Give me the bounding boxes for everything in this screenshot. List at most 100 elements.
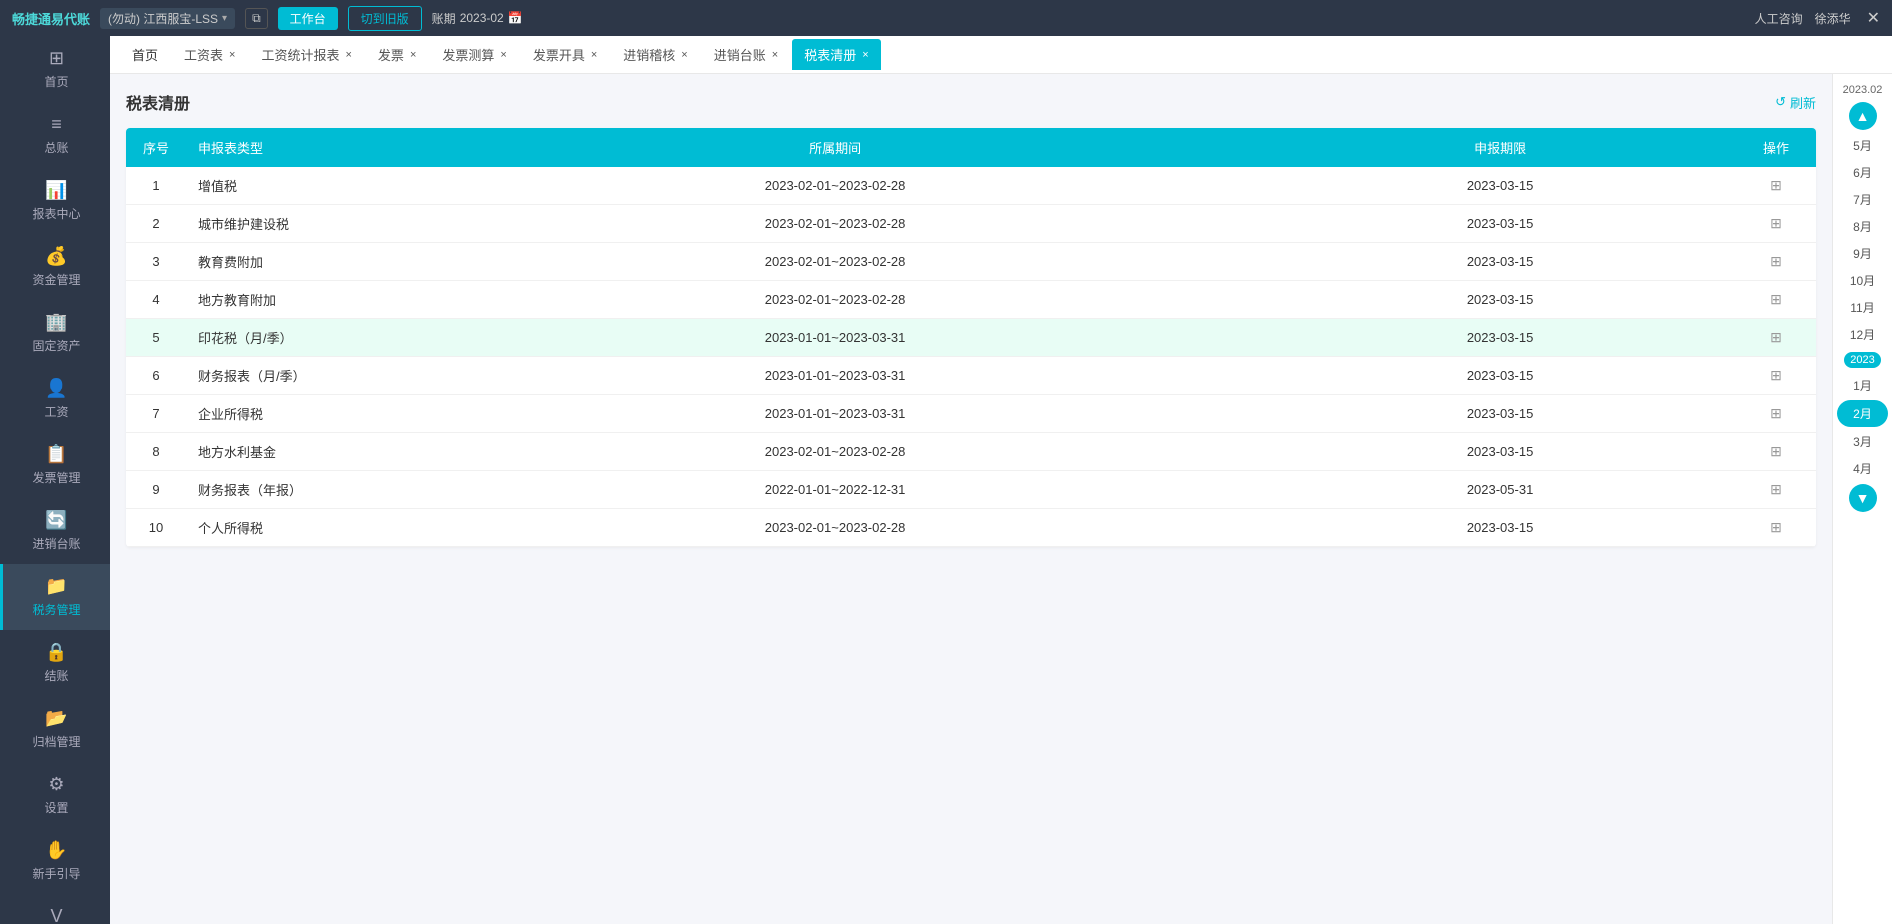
page-content: 税表清册 ↺ 刷新 序号 申报表类型 所属期间 申报期限 操作 — [110, 74, 1892, 924]
view-icon[interactable]: ⊞ — [1770, 443, 1782, 459]
cell-action: ⊞ — [1736, 395, 1816, 433]
sidebar-item-invoice[interactable]: 📋 发票管理 — [0, 432, 110, 498]
switch-old-button[interactable]: 切到旧版 — [348, 6, 422, 31]
tab-close-wage-stat[interactable]: × — [345, 49, 351, 61]
sidebar-item-newguide[interactable]: ✋ 新手引导 — [0, 828, 110, 894]
main-layout: ⊞ 首页 ≡ 总账 📊 报表中心 💰 资金管理 🏢 固定资产 👤 工资 📋 发票… — [0, 36, 1892, 924]
purchase-icon: 🔄 — [45, 510, 67, 531]
table-row: 8 地方水利基金 2023-02-01~2023-02-28 2023-03-1… — [126, 433, 1816, 471]
tab-purchase-ledger[interactable]: 进销台账 × — [702, 39, 790, 70]
sidebar-item-home[interactable]: ⊞ 首页 — [0, 36, 110, 102]
view-icon[interactable]: ⊞ — [1770, 215, 1782, 231]
date-month-5[interactable]: 5月 — [1833, 132, 1892, 159]
topbar-right: 人工咨询 徐添华 ✕ — [1755, 8, 1880, 28]
cell-period: 2022-01-01~2022-12-31 — [406, 471, 1264, 509]
date-month-12[interactable]: 12月 — [1833, 321, 1892, 348]
sidebar-item-fund[interactable]: 💰 资金管理 — [0, 234, 110, 300]
date-down-button[interactable]: ▼ — [1849, 484, 1877, 512]
cell-no: 10 — [126, 509, 186, 547]
sidebar-label-close: 结账 — [44, 667, 68, 684]
sidebar-label-newguide: 新手引导 — [32, 865, 80, 882]
sidebar-item-report[interactable]: 📊 报表中心 — [0, 168, 110, 234]
workbench-button[interactable]: 工作台 — [278, 7, 338, 30]
cell-no: 3 — [126, 243, 186, 281]
table-header-row: 序号 申报表类型 所属期间 申报期限 操作 — [126, 128, 1816, 167]
sidebar-item-settings[interactable]: ⚙ 设置 — [0, 762, 110, 828]
tab-invoice[interactable]: 发票 × — [366, 39, 428, 70]
cell-deadline: 2023-03-15 — [1264, 243, 1736, 281]
cell-deadline: 2023-03-15 — [1264, 319, 1736, 357]
tab-tax-list[interactable]: 税表清册 × — [792, 39, 880, 70]
date-up-button[interactable]: ▲ — [1849, 102, 1877, 130]
sidebar-item-wage[interactable]: 👤 工资 — [0, 366, 110, 432]
date-month-4[interactable]: 4月 — [1833, 455, 1892, 482]
company-selector[interactable]: (勿动) 江西服宝-LSS ▾ — [100, 8, 235, 29]
tab-close-tax-list[interactable]: × — [862, 49, 868, 61]
date-month-3[interactable]: 3月 — [1833, 428, 1892, 455]
fund-icon: 💰 — [45, 246, 67, 267]
table-row: 4 地方教育附加 2023-02-01~2023-02-28 2023-03-1… — [126, 281, 1816, 319]
sidebar-item-tax[interactable]: 📁 税务管理 — [0, 564, 110, 630]
view-icon[interactable]: ⊞ — [1770, 329, 1782, 345]
tab-close-invoice-calc[interactable]: × — [500, 49, 506, 61]
cell-no: 8 — [126, 433, 186, 471]
date-month-7[interactable]: 7月 — [1833, 186, 1892, 213]
consult-button[interactable]: 人工咨询 — [1755, 10, 1803, 27]
sidebar-item-member[interactable]: V 畅会员 — [0, 894, 110, 924]
view-icon[interactable]: ⊞ — [1770, 253, 1782, 269]
cell-deadline: 2023-03-15 — [1264, 433, 1736, 471]
view-icon[interactable]: ⊞ — [1770, 405, 1782, 421]
cell-deadline: 2023-03-15 — [1264, 205, 1736, 243]
view-icon[interactable]: ⊞ — [1770, 481, 1782, 497]
tab-invoice-open[interactable]: 发票开具 × — [521, 39, 609, 70]
sidebar-item-ledger[interactable]: ≡ 总账 — [0, 102, 110, 168]
settings-icon: ⚙ — [48, 774, 64, 795]
view-icon[interactable]: ⊞ — [1770, 177, 1782, 193]
tabbar: 首页 工资表 × 工资统计报表 × 发票 × 发票测算 × 发票开具 × — [110, 36, 1892, 74]
tab-close-purchase-ledger[interactable]: × — [772, 49, 778, 61]
tab-home[interactable]: 首页 — [120, 39, 170, 70]
sidebar-item-purchase[interactable]: 🔄 进销台账 — [0, 498, 110, 564]
cell-deadline: 2023-03-15 — [1264, 167, 1736, 205]
view-icon[interactable]: ⊞ — [1770, 367, 1782, 383]
cell-no: 5 — [126, 319, 186, 357]
main-panel: 税表清册 ↺ 刷新 序号 申报表类型 所属期间 申报期限 操作 — [110, 74, 1832, 924]
cell-no: 9 — [126, 471, 186, 509]
window-close-button[interactable]: ✕ — [1867, 8, 1880, 28]
date-month-2-active[interactable]: 2月 — [1837, 400, 1888, 427]
date-month-9[interactable]: 9月 — [1833, 240, 1892, 267]
tab-wage-stat[interactable]: 工资统计报表 × — [249, 39, 363, 70]
user-profile[interactable]: 徐添华 — [1815, 10, 1851, 27]
date-sidebar: 2023.02 ▲ 5月 6月 7月 8月 9月 10月 11月 12月 202… — [1832, 74, 1892, 924]
table-row: 7 企业所得税 2023-01-01~2023-03-31 2023-03-15… — [126, 395, 1816, 433]
date-month-10[interactable]: 10月 — [1833, 267, 1892, 294]
tab-close-purchase-check[interactable]: × — [681, 49, 687, 61]
tab-close-wage[interactable]: × — [229, 49, 235, 61]
view-icon[interactable]: ⊞ — [1770, 519, 1782, 535]
sidebar-item-archive[interactable]: 📂 归档管理 — [0, 696, 110, 762]
sidebar-item-close[interactable]: 🔒 结账 — [0, 630, 110, 696]
cell-period: 2023-01-01~2023-03-31 — [406, 395, 1264, 433]
period-label: 账期 2023-02 📅 — [432, 10, 523, 27]
asset-icon: 🏢 — [45, 312, 67, 333]
view-icon[interactable]: ⊞ — [1770, 291, 1782, 307]
date-month-6[interactable]: 6月 — [1833, 159, 1892, 186]
tab-close-invoice-open[interactable]: × — [591, 49, 597, 61]
calendar-icon[interactable]: 📅 — [508, 11, 523, 25]
sidebar-label-asset: 固定资产 — [32, 337, 80, 354]
chevron-down-icon: ▾ — [222, 13, 227, 24]
tab-invoice-calc[interactable]: 发票测算 × — [430, 39, 518, 70]
member-icon: V — [50, 906, 62, 924]
copy-button[interactable]: ⧉ — [245, 8, 268, 29]
col-deadline: 申报期限 — [1264, 128, 1736, 167]
tab-purchase-check[interactable]: 进销稽核 × — [611, 39, 699, 70]
date-month-1[interactable]: 1月 — [1833, 372, 1892, 399]
date-month-11[interactable]: 11月 — [1833, 294, 1892, 321]
year-badge-2023: 2023 — [1844, 352, 1880, 368]
tab-wage[interactable]: 工资表 × — [172, 39, 247, 70]
date-month-8[interactable]: 8月 — [1833, 213, 1892, 240]
cell-deadline: 2023-03-15 — [1264, 395, 1736, 433]
refresh-button[interactable]: ↺ 刷新 — [1775, 93, 1816, 112]
sidebar-item-asset[interactable]: 🏢 固定资产 — [0, 300, 110, 366]
tab-close-invoice[interactable]: × — [410, 49, 416, 61]
